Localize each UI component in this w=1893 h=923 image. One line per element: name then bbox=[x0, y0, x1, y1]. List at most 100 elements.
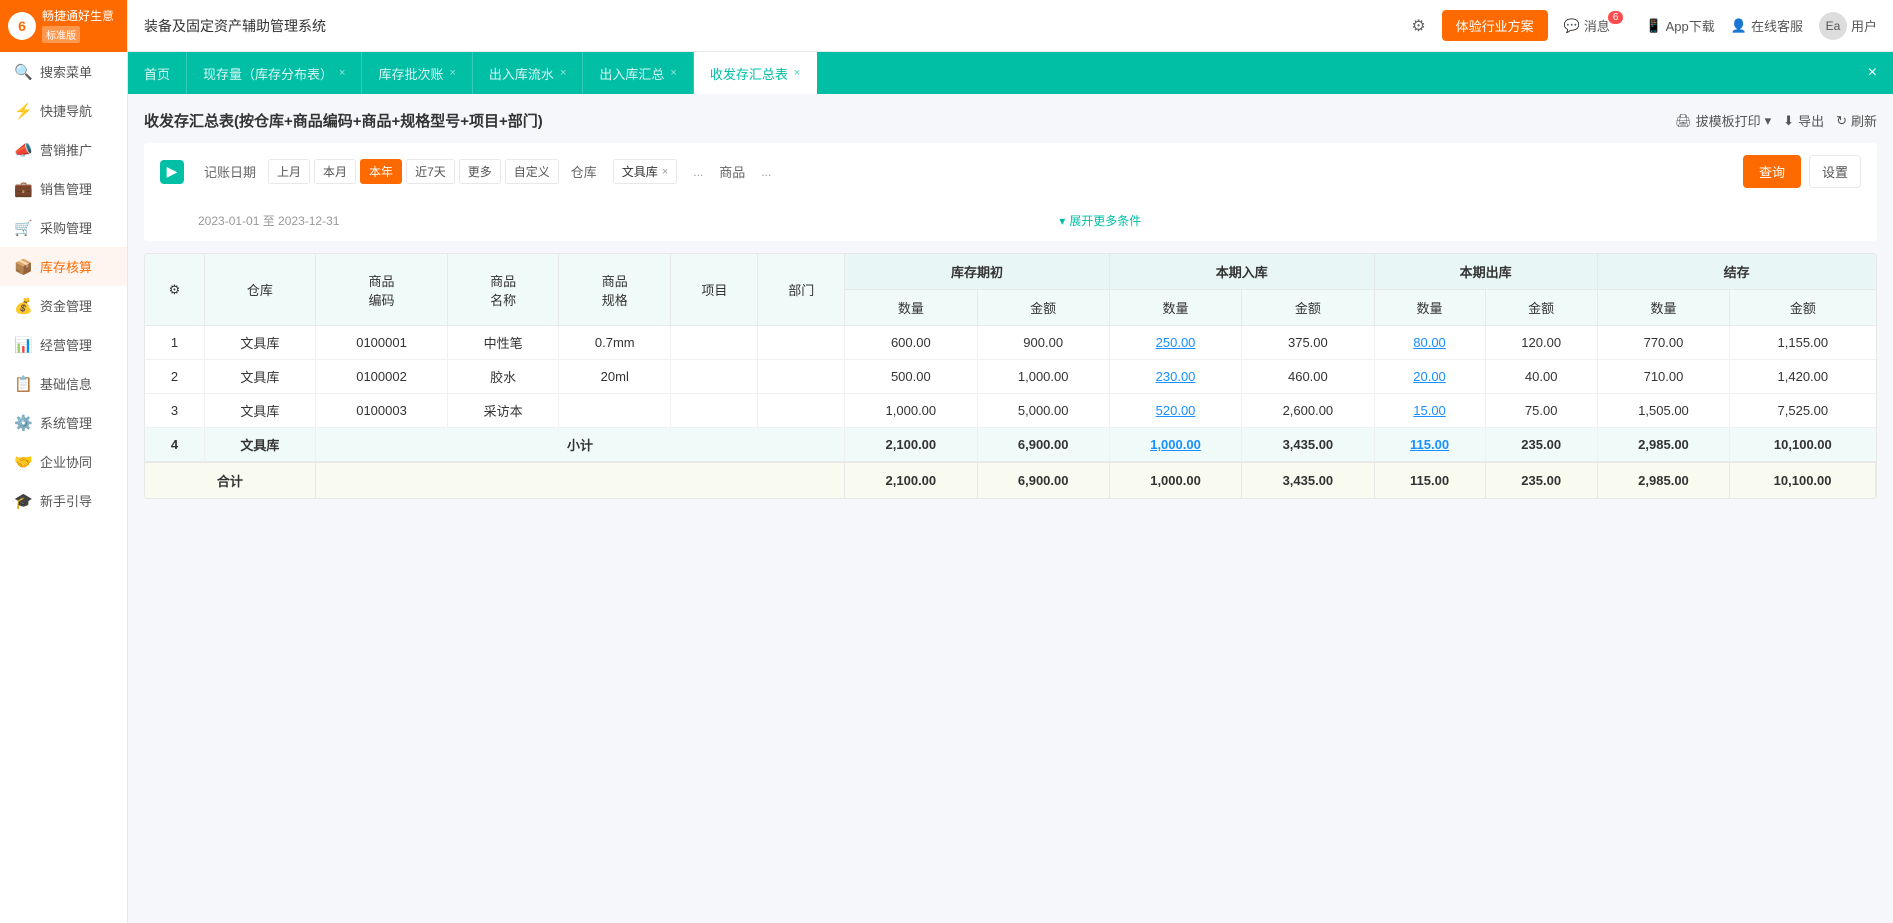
trial-button[interactable]: 体验行业方案 bbox=[1442, 10, 1548, 41]
tab-batch[interactable]: 库存批次账 × bbox=[362, 52, 472, 94]
goods-more-dots[interactable]: ... bbox=[761, 165, 771, 179]
purchase-icon: 🛒 bbox=[14, 219, 32, 237]
capital-icon: 💰 bbox=[14, 297, 32, 315]
cell-out-qty[interactable]: 15.00 bbox=[1374, 394, 1485, 428]
sidebar-item-capital[interactable]: 💰资金管理 bbox=[0, 286, 127, 325]
date-btn-上月[interactable]: 上月 bbox=[268, 159, 310, 184]
expand-conditions-button[interactable]: ▾ 展开更多条件 bbox=[1059, 212, 1141, 229]
cell-out-qty[interactable]: 80.00 bbox=[1374, 326, 1485, 360]
cell-begin-amt: 5,000.00 bbox=[977, 394, 1109, 428]
cell-warehouse: 文具库 bbox=[204, 360, 315, 394]
footer-out-amt: 235.00 bbox=[1485, 462, 1597, 498]
date-btn-本年[interactable]: 本年 bbox=[360, 159, 402, 184]
filter-row: 记账日期 上月本月本年近7天更多自定义 仓库 文具库 × ... 商品 ... bbox=[204, 159, 1727, 184]
tab-summary[interactable]: 出入库汇总 × bbox=[583, 52, 693, 94]
sidebar-item-guide[interactable]: 🎓新手引导 bbox=[0, 481, 127, 520]
expand-icon: ▾ bbox=[1059, 214, 1065, 228]
filter-toggle-button[interactable]: ▶ bbox=[160, 160, 184, 184]
date-btn-近7天[interactable]: 近7天 bbox=[406, 159, 455, 184]
tab-close-summary[interactable]: × bbox=[670, 67, 676, 79]
service-icon: 👤 bbox=[1731, 18, 1747, 34]
tab-home[interactable]: 首页 bbox=[128, 52, 187, 94]
date-btn-本月[interactable]: 本月 bbox=[314, 159, 356, 184]
print-icon: 🖨 bbox=[1675, 113, 1692, 129]
st-out-qty[interactable]: 115.00 bbox=[1374, 428, 1485, 463]
user-button[interactable]: Ea 用户 bbox=[1819, 12, 1877, 40]
search-icon: 🔍 bbox=[14, 63, 32, 81]
tab-flow[interactable]: 出入库流水× bbox=[473, 52, 583, 94]
table-footer: 合计 2,100.00 6,900.00 1,000.00 3,435.00 1… bbox=[145, 462, 1876, 498]
th-name: 商品名称 bbox=[448, 254, 559, 326]
cell-bal-qty: 710.00 bbox=[1597, 360, 1729, 394]
warehouse-tag[interactable]: 文具库 × bbox=[613, 159, 677, 184]
table-row: 2 文具库 0100002 胶水 20ml 500.00 1,000.00 23… bbox=[145, 360, 1876, 394]
cell-in-amt: 375.00 bbox=[1242, 326, 1374, 360]
system-icon: ⚙️ bbox=[14, 414, 32, 432]
st-begin-amt: 6,900.00 bbox=[977, 428, 1109, 463]
cell-out-qty[interactable]: 20.00 bbox=[1374, 360, 1485, 394]
cell-bal-amt: 7,525.00 bbox=[1730, 394, 1876, 428]
footer-bal-qty: 2,985.00 bbox=[1597, 462, 1729, 498]
sidebar-item-marketing[interactable]: 📣营销推广 bbox=[0, 130, 127, 169]
tab-label-recv_summary: 收发存汇总表 bbox=[710, 64, 788, 83]
print-button[interactable]: 🖨 拔模板打印 ▾ bbox=[1675, 111, 1771, 130]
th-bal-qty: 数量 bbox=[1597, 290, 1729, 326]
app-download-button[interactable]: 📱 App下载 bbox=[1645, 16, 1714, 35]
tab-close-recv_summary[interactable]: × bbox=[794, 67, 800, 79]
th-code: 商品编码 bbox=[315, 254, 447, 326]
sidebar-item-collab[interactable]: 🤝企业协同 bbox=[0, 442, 127, 481]
export-button[interactable]: ⬇ 导出 bbox=[1783, 111, 1824, 130]
cell-bal-amt: 1,420.00 bbox=[1730, 360, 1876, 394]
warehouse-tag-close-icon[interactable]: × bbox=[662, 166, 668, 178]
tab-recv_summary[interactable]: 收发存汇总表 × bbox=[694, 52, 817, 94]
warehouse-more-dots[interactable]: ... bbox=[693, 165, 703, 179]
export-icon: ⬇ bbox=[1783, 113, 1794, 129]
message-button[interactable]: 💬 消息 6 bbox=[1564, 16, 1630, 35]
tab-close-stock_dist[interactable]: × bbox=[339, 67, 345, 79]
th-settings[interactable]: ⚙ bbox=[145, 254, 204, 326]
cell-project bbox=[671, 326, 758, 360]
tab-stock_dist[interactable]: 现存量（库存分布表）× bbox=[187, 52, 362, 94]
st-bal-qty: 2,985.00 bbox=[1597, 428, 1729, 463]
tab-bar-close-all[interactable]: × bbox=[1852, 64, 1893, 82]
subtotal-row: 4 文具库 小计 2,100.00 6,900.00 1,000.00 3,43… bbox=[145, 428, 1876, 463]
sidebar-item-system[interactable]: ⚙️系统管理 bbox=[0, 403, 127, 442]
tab-label-summary: 出入库汇总 bbox=[599, 64, 664, 83]
sidebar-item-search[interactable]: 🔍搜索菜单 bbox=[0, 52, 127, 91]
sidebar-item-quick[interactable]: ⚡快捷导航 bbox=[0, 91, 127, 130]
cell-in-qty[interactable]: 230.00 bbox=[1109, 360, 1241, 394]
date-btn-自定义[interactable]: 自定义 bbox=[505, 159, 559, 184]
footer-bal-amt: 10,100.00 bbox=[1730, 462, 1876, 498]
cell-code: 0100001 bbox=[315, 326, 447, 360]
sidebar-item-inventory[interactable]: 📦库存核算 bbox=[0, 247, 127, 286]
sidebar-item-operations[interactable]: 📊经营管理 bbox=[0, 325, 127, 364]
st-in-qty[interactable]: 1,000.00 bbox=[1109, 428, 1241, 463]
operations-icon: 📊 bbox=[14, 336, 32, 354]
system-title: 装备及固定资产辅助管理系统 bbox=[144, 16, 1395, 36]
th-bal-amt: 金额 bbox=[1730, 290, 1876, 326]
settings-gear-icon[interactable]: ⚙ bbox=[1411, 16, 1425, 36]
warehouse-label: 仓库 bbox=[571, 162, 597, 181]
query-button[interactable]: 查询 bbox=[1743, 155, 1801, 188]
sidebar: 6 畅捷通好生意 标准版 🔍搜索菜单⚡快捷导航📣营销推广💼销售管理🛒采购管理📦库… bbox=[0, 0, 128, 923]
sidebar-item-sales[interactable]: 💼销售管理 bbox=[0, 169, 127, 208]
th-spec: 商品规格 bbox=[559, 254, 671, 326]
tab-close-flow[interactable]: × bbox=[560, 67, 566, 79]
tab-label-batch: 库存批次账 bbox=[378, 64, 443, 83]
date-btn-更多[interactable]: 更多 bbox=[459, 159, 501, 184]
inventory-icon: 📦 bbox=[14, 258, 32, 276]
cell-in-qty[interactable]: 250.00 bbox=[1109, 326, 1241, 360]
cell-bal-qty: 770.00 bbox=[1597, 326, 1729, 360]
th-begin-amt: 金额 bbox=[977, 290, 1109, 326]
st-no: 4 bbox=[145, 428, 204, 463]
refresh-button[interactable]: ↻ 刷新 bbox=[1836, 111, 1877, 130]
sidebar-item-basicinfo[interactable]: 📋基础信息 bbox=[0, 364, 127, 403]
cell-name: 采访本 bbox=[448, 394, 559, 428]
cell-in-qty[interactable]: 520.00 bbox=[1109, 394, 1241, 428]
tab-close-batch[interactable]: × bbox=[449, 67, 455, 79]
online-service-button[interactable]: 👤 在线客服 bbox=[1731, 16, 1803, 35]
filter-settings-button[interactable]: 设置 bbox=[1809, 155, 1861, 188]
sidebar-item-purchase[interactable]: 🛒采购管理 bbox=[0, 208, 127, 247]
filter-middle: 仓库 文具库 × ... 商品 ... bbox=[571, 159, 772, 184]
cell-begin-amt: 900.00 bbox=[977, 326, 1109, 360]
